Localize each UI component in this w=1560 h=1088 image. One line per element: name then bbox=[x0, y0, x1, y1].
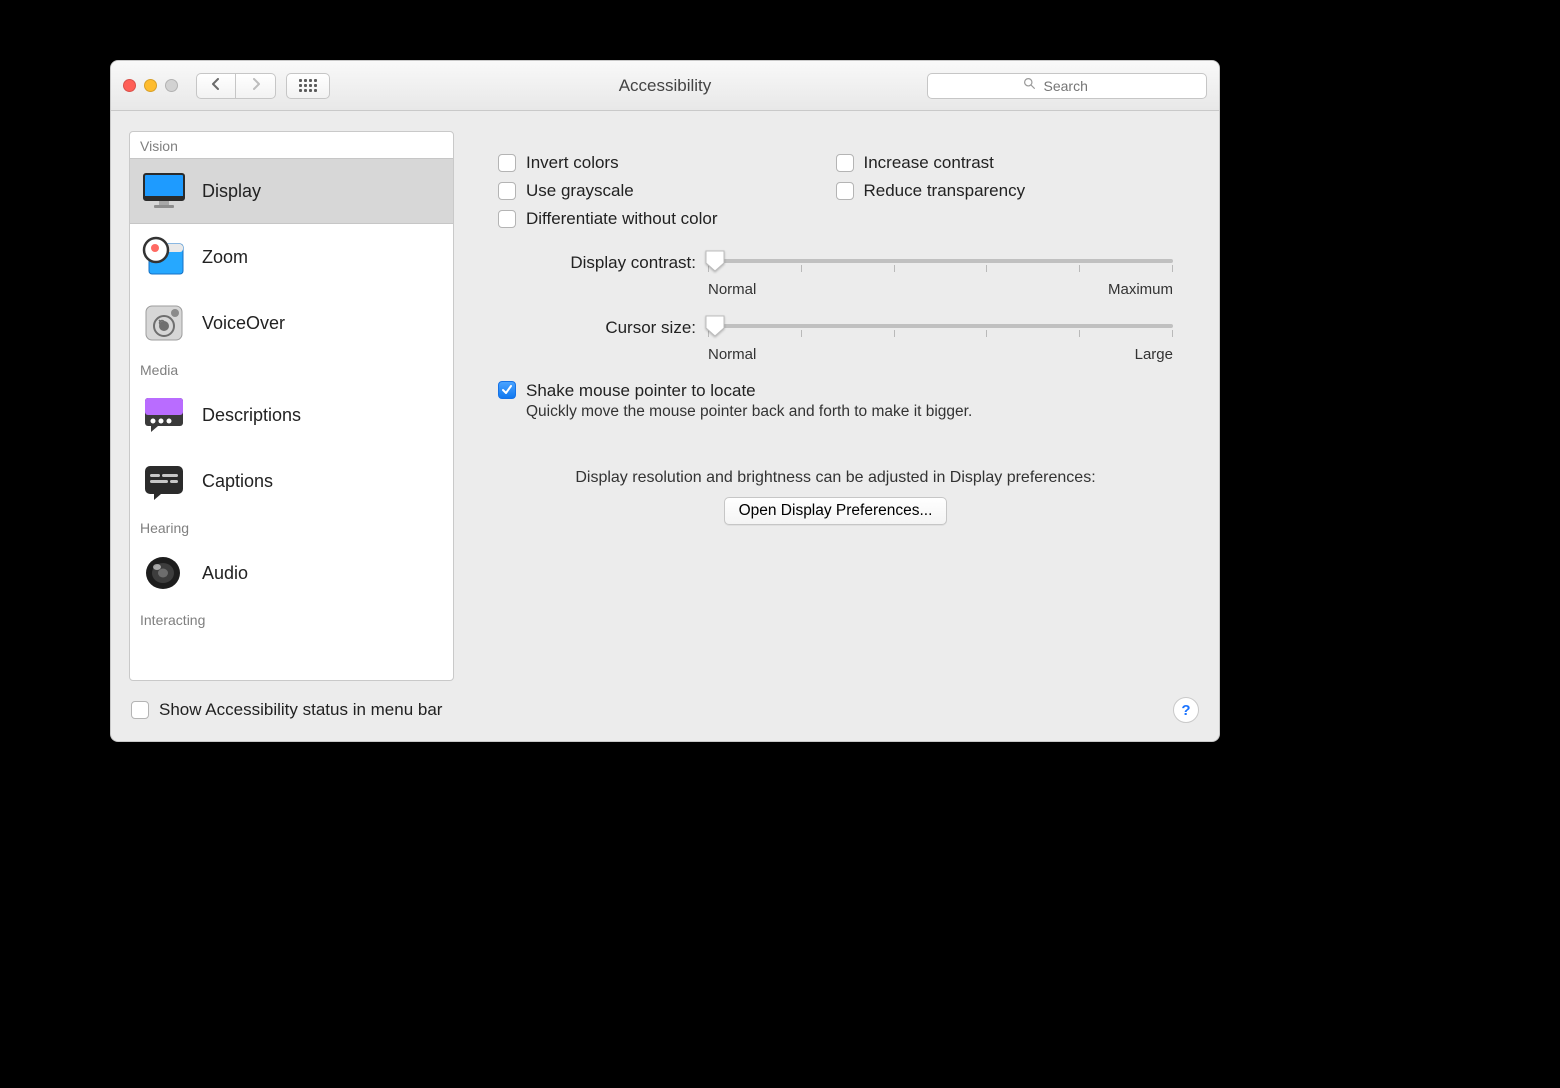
show-status-checkbox[interactable]: Show Accessibility status in menu bar bbox=[131, 700, 442, 720]
cursor-size-row: Cursor size: Normal Large bbox=[498, 316, 1173, 363]
increase-contrast-checkbox[interactable]: Increase contrast bbox=[836, 153, 1174, 173]
help-icon: ? bbox=[1181, 702, 1190, 719]
zoom-window-button[interactable] bbox=[165, 79, 178, 92]
use-grayscale-checkbox[interactable]: Use grayscale bbox=[498, 181, 836, 201]
display-note: Display resolution and brightness can be… bbox=[498, 469, 1173, 487]
sidebar-item-label: VoiceOver bbox=[202, 313, 285, 334]
show-all-button[interactable] bbox=[286, 73, 330, 99]
checkbox-icon bbox=[131, 701, 149, 719]
sidebar-section-interacting: Interacting bbox=[130, 606, 453, 632]
captions-icon bbox=[140, 460, 188, 502]
slider-thumb-icon bbox=[704, 249, 726, 273]
sidebar-item-label: Display bbox=[202, 181, 261, 202]
checkbox-icon bbox=[498, 182, 516, 200]
checkbox-label: Shake mouse pointer to locate bbox=[526, 381, 972, 401]
sidebar-section-vision: Vision bbox=[130, 132, 453, 158]
cursor-size-slider[interactable]: Normal Large bbox=[708, 316, 1173, 363]
checkbox-label: Increase contrast bbox=[864, 153, 994, 173]
checkbox-description: Quickly move the mouse pointer back and … bbox=[526, 403, 972, 421]
sidebar-section-hearing: Hearing bbox=[130, 514, 453, 540]
content-pane: Invert colors Increase contrast Use gray… bbox=[470, 131, 1201, 681]
audio-icon bbox=[140, 552, 188, 594]
zoom-icon bbox=[140, 236, 188, 278]
checkbox-icon bbox=[836, 182, 854, 200]
sidebar-item-label: Zoom bbox=[202, 247, 248, 268]
slider-min-label: Normal bbox=[708, 281, 756, 298]
sidebar[interactable]: Vision Display bbox=[129, 131, 454, 681]
titlebar: Accessibility bbox=[111, 61, 1219, 111]
footer: Show Accessibility status in menu bar ? bbox=[111, 693, 1219, 741]
checkbox-label: Reduce transparency bbox=[864, 181, 1026, 201]
slider-label: Cursor size: bbox=[498, 316, 708, 338]
sidebar-item-voiceover[interactable]: VoiceOver bbox=[130, 290, 453, 356]
slider-min-label: Normal bbox=[708, 346, 756, 363]
sliders-group: Display contrast: Normal Maximum bbox=[498, 251, 1173, 363]
open-display-preferences-button[interactable]: Open Display Preferences... bbox=[724, 497, 948, 525]
checkbox-checked-icon bbox=[498, 381, 516, 399]
display-contrast-slider[interactable]: Normal Maximum bbox=[708, 251, 1173, 298]
checkbox-label: Differentiate without color bbox=[526, 209, 718, 229]
sidebar-item-captions[interactable]: Captions bbox=[130, 448, 453, 514]
search-icon bbox=[1023, 77, 1036, 94]
display-icon bbox=[140, 170, 188, 212]
chevron-left-icon bbox=[211, 77, 221, 94]
chevron-right-icon bbox=[251, 77, 261, 94]
sidebar-item-audio[interactable]: Audio bbox=[130, 540, 453, 606]
checkbox-icon bbox=[498, 210, 516, 228]
reduce-transparency-checkbox[interactable]: Reduce transparency bbox=[836, 181, 1174, 201]
sidebar-item-label: Descriptions bbox=[202, 405, 301, 426]
sidebar-item-label: Captions bbox=[202, 471, 273, 492]
checkbox-icon bbox=[836, 154, 854, 172]
search-input[interactable] bbox=[1042, 77, 1112, 95]
shake-mouse-checkbox[interactable]: Shake mouse pointer to locate Quickly mo… bbox=[498, 381, 1173, 421]
descriptions-icon bbox=[140, 394, 188, 436]
slider-label: Display contrast: bbox=[498, 251, 708, 273]
checkbox-label: Show Accessibility status in menu bar bbox=[159, 700, 442, 720]
display-contrast-row: Display contrast: Normal Maximum bbox=[498, 251, 1173, 298]
checkbox-grid: Invert colors Increase contrast Use gray… bbox=[498, 153, 1173, 229]
sidebar-item-zoom[interactable]: Zoom bbox=[130, 224, 453, 290]
invert-colors-checkbox[interactable]: Invert colors bbox=[498, 153, 836, 173]
window-controls bbox=[123, 79, 178, 92]
forward-button[interactable] bbox=[236, 73, 276, 99]
minimize-window-button[interactable] bbox=[144, 79, 157, 92]
back-button[interactable] bbox=[196, 73, 236, 99]
differentiate-without-color-checkbox[interactable]: Differentiate without color bbox=[498, 209, 1173, 229]
nav-segment bbox=[196, 73, 276, 99]
voiceover-icon bbox=[140, 302, 188, 344]
sidebar-section-media: Media bbox=[130, 356, 453, 382]
search-field[interactable] bbox=[927, 73, 1207, 99]
slider-thumb-icon bbox=[704, 314, 726, 338]
checkbox-label: Invert colors bbox=[526, 153, 619, 173]
body: Vision Display bbox=[111, 111, 1219, 693]
close-window-button[interactable] bbox=[123, 79, 136, 92]
checkbox-icon bbox=[498, 154, 516, 172]
checkbox-label: Use grayscale bbox=[526, 181, 634, 201]
help-button[interactable]: ? bbox=[1173, 697, 1199, 723]
sidebar-item-descriptions[interactable]: Descriptions bbox=[130, 382, 453, 448]
grid-icon bbox=[299, 79, 317, 92]
preferences-window: Accessibility Vision Displ bbox=[110, 60, 1220, 742]
sidebar-item-label: Audio bbox=[202, 563, 248, 584]
slider-max-label: Large bbox=[1135, 346, 1173, 363]
sidebar-item-display[interactable]: Display bbox=[130, 158, 453, 224]
slider-max-label: Maximum bbox=[1108, 281, 1173, 298]
